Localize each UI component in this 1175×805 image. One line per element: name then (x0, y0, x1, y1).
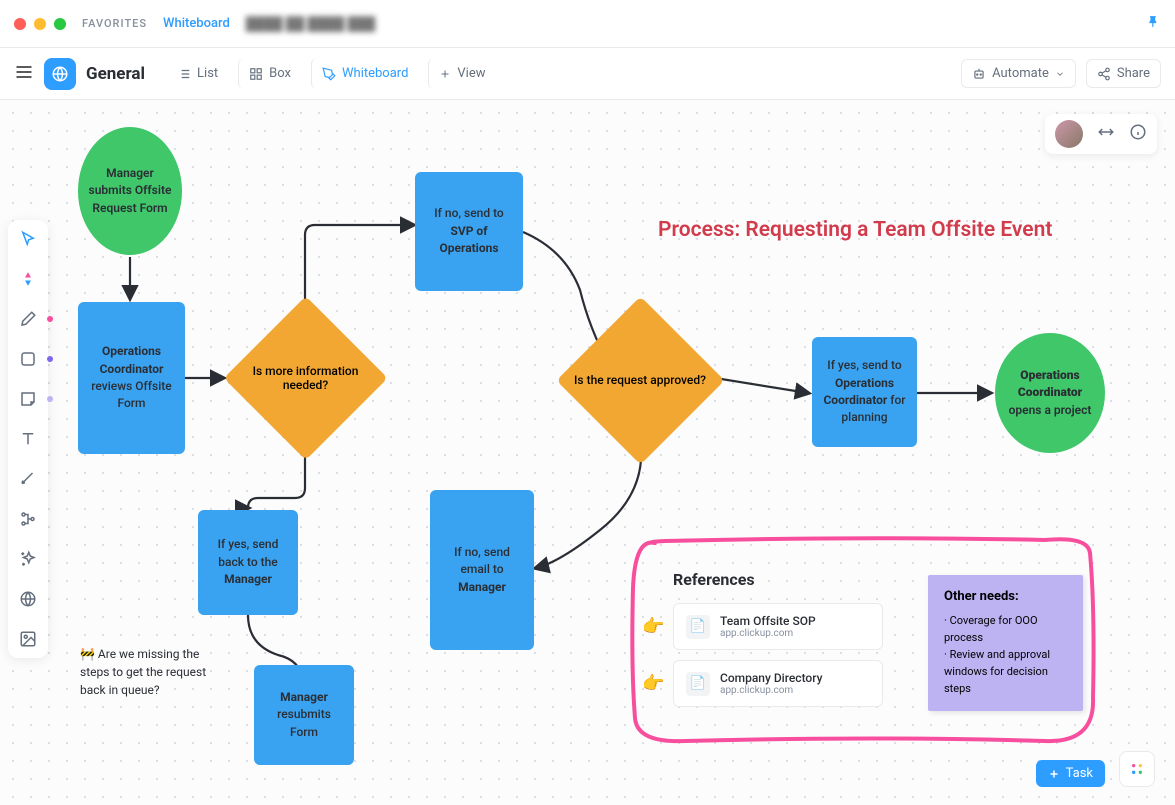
references-block: References 👉 📄 Team Offsite SOPapp.click… (673, 570, 883, 717)
maximize-window-icon[interactable] (54, 18, 66, 30)
text-tool-icon[interactable] (17, 428, 39, 450)
view-whiteboard-label: Whiteboard (342, 66, 408, 81)
space-title[interactable]: General (86, 64, 145, 84)
pin-icon[interactable] (1147, 14, 1161, 33)
doc-icon: 📄 (686, 615, 710, 639)
node-decision-info[interactable]: Is more information needed? (223, 295, 388, 460)
reference-card[interactable]: 👉 📄 Team Offsite SOPapp.clickup.com (673, 603, 883, 650)
node-resubmit[interactable]: Manager resubmits Form (254, 665, 354, 765)
mindmap-tool-icon[interactable] (17, 508, 39, 530)
node-start[interactable]: Manager submits Offsite Request Form (78, 127, 182, 255)
pointer-emoji: 👉 (642, 673, 664, 694)
node-planning[interactable]: If yes, send to Operations Coordinator f… (812, 337, 917, 447)
menu-icon[interactable] (14, 62, 34, 86)
node-svp[interactable]: If no, send to SVP of Operations (415, 172, 523, 291)
comment-text[interactable]: 🚧 Are we missing the steps to get the re… (80, 645, 210, 699)
toolbar: General List Box Whiteboard View Automat… (0, 48, 1175, 100)
tab-blurred: ████ ██ ████ ███ (246, 16, 375, 32)
process-title[interactable]: Process: Requesting a Team Offsite Event (658, 218, 1052, 242)
task-label: Task (1066, 766, 1093, 781)
add-task-button[interactable]: Task (1036, 760, 1105, 787)
sticky-tool-icon[interactable] (17, 388, 39, 410)
connector-tool-icon[interactable] (17, 468, 39, 490)
info-icon[interactable] (1129, 123, 1147, 145)
share-button[interactable]: Share (1086, 59, 1161, 88)
tab-whiteboard[interactable]: Whiteboard (163, 16, 230, 31)
node-review[interactable]: Operations Coordinator reviews Offsite F… (78, 302, 185, 454)
share-label: Share (1117, 66, 1150, 81)
embed-tool-icon[interactable] (17, 588, 39, 610)
diagram-layer: Manager submits Offsite Request Form Ope… (0, 100, 1175, 805)
sticky-note[interactable]: Other needs: Coverage for OOO process Re… (928, 575, 1083, 711)
magic-tool-icon[interactable] (17, 548, 39, 570)
favorites-label: FAVORITES (82, 17, 147, 30)
pointer-emoji: 👉 (642, 616, 664, 637)
automate-label: Automate (992, 66, 1049, 81)
titlebar: FAVORITES Whiteboard ████ ██ ████ ███ (0, 0, 1175, 48)
side-toolbar (8, 220, 48, 658)
doc-icon: 📄 (686, 672, 710, 696)
node-decision-approved[interactable]: Is the request approved? (555, 295, 725, 465)
view-box-label: Box (269, 66, 291, 81)
minimize-window-icon[interactable] (34, 18, 46, 30)
sticky-list: Coverage for OOO process Review and appr… (944, 612, 1067, 697)
reference-card[interactable]: 👉 📄 Company Directoryapp.clickup.com (673, 660, 883, 707)
presence-bar (1045, 114, 1157, 154)
avatar[interactable] (1055, 120, 1083, 148)
image-tool-icon[interactable] (17, 628, 39, 650)
window-controls (14, 18, 66, 30)
close-window-icon[interactable] (14, 18, 26, 30)
view-list[interactable]: List (167, 58, 228, 89)
add-view[interactable]: View (428, 58, 495, 89)
node-back-manager[interactable]: If yes, send back to the Manager (198, 510, 298, 615)
space-icon[interactable] (44, 58, 76, 90)
cursor-tool-icon[interactable] (17, 228, 39, 250)
fit-width-icon[interactable] (1097, 123, 1115, 145)
automate-button[interactable]: Automate (961, 59, 1076, 88)
references-title: References (673, 570, 883, 589)
toolbar-right: Automate Share (961, 59, 1161, 88)
view-list-label: List (197, 66, 218, 81)
shapes-tool-icon[interactable] (17, 268, 39, 290)
node-end[interactable]: Operations Coordinator opens a project (995, 333, 1105, 453)
pen-tool-icon[interactable] (17, 308, 39, 330)
view-box[interactable]: Box (238, 58, 301, 89)
view-whiteboard[interactable]: Whiteboard (311, 58, 418, 89)
shape-tool-icon[interactable] (17, 348, 39, 370)
chevron-down-icon (1055, 69, 1065, 79)
canvas[interactable]: Manager submits Offsite Request Form Ope… (0, 100, 1175, 805)
node-email-manager[interactable]: If no, send email to Manager (430, 490, 534, 650)
add-view-label: View (457, 66, 485, 81)
sticky-title: Other needs: (944, 589, 1067, 604)
apps-button[interactable] (1119, 751, 1155, 787)
